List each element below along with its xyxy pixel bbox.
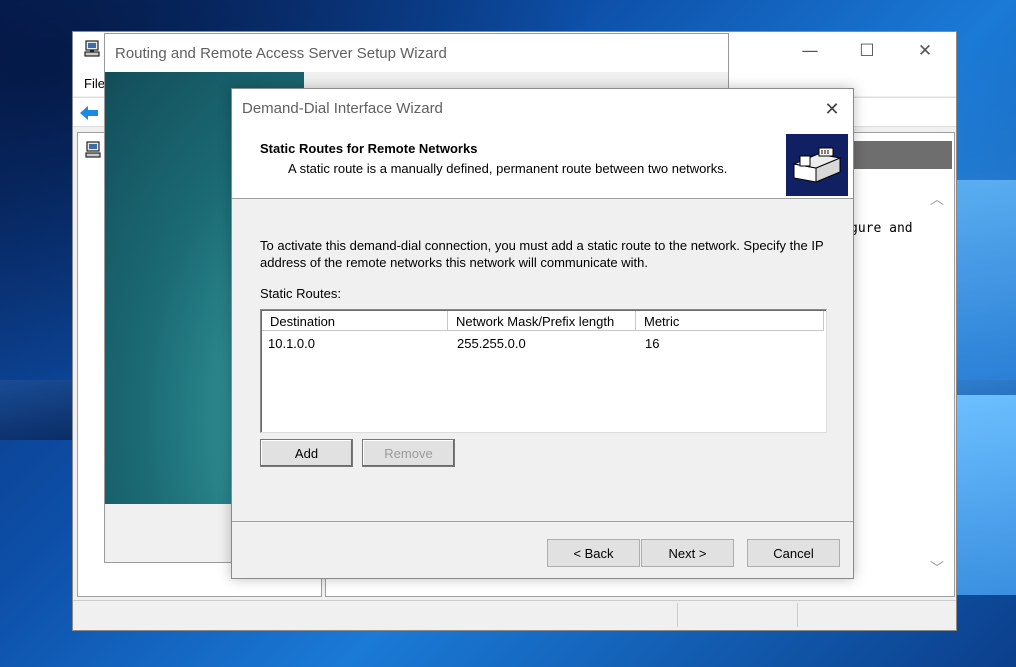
remove-button[interactable]: Remove <box>362 439 455 467</box>
cell-destination: 10.1.0.0 <box>268 336 315 351</box>
add-button[interactable]: Add <box>260 439 353 467</box>
wizard-header: Static Routes for Remote Networks A stat… <box>232 127 853 199</box>
desktop-dark-pane <box>0 380 72 440</box>
mmc-statusbar <box>73 600 956 630</box>
dialog-title: Demand-Dial Interface Wizard <box>242 100 443 117</box>
back-button[interactable]: < Back <box>547 539 640 567</box>
demand-dial-wizard-dialog: Demand-Dial Interface Wizard ✕ Static Ro… <box>231 88 854 579</box>
rras-titlebar[interactable]: Routing and Remote Access Server Setup W… <box>105 34 728 72</box>
computer-icon <box>84 40 100 57</box>
column-header-mask[interactable]: Network Mask/Prefix length <box>448 311 636 331</box>
instructions-text: To activate this demand-dial connection,… <box>260 238 824 270</box>
footer-divider <box>232 521 853 522</box>
column-headers: Destination Network Mask/Prefix length M… <box>262 311 827 331</box>
desktop-light-pane <box>954 180 1016 380</box>
page-subtitle: A static route is a manually defined, pe… <box>288 161 728 176</box>
maximize-icon[interactable]: ☐ <box>844 36 890 66</box>
menu-file[interactable]: File <box>84 76 105 91</box>
static-routes-label: Static Routes: <box>260 286 341 301</box>
minimize-icon[interactable]: — <box>787 36 833 66</box>
details-header-band <box>850 141 952 169</box>
rras-title: Routing and Remote Access Server Setup W… <box>115 45 447 62</box>
server-icon[interactable] <box>84 141 102 159</box>
cancel-button[interactable]: Cancel <box>747 539 840 567</box>
close-icon[interactable]: ✕ <box>902 36 948 66</box>
column-header-metric[interactable]: Metric <box>636 311 824 331</box>
status-divider <box>677 603 678 627</box>
close-icon[interactable]: ✕ <box>812 95 852 123</box>
column-header-destination[interactable]: Destination <box>262 311 448 331</box>
status-divider <box>797 603 798 627</box>
cell-metric: 16 <box>645 336 660 351</box>
details-text: gure and <box>850 221 913 236</box>
desktop-light-pane <box>954 395 1016 595</box>
back-arrow-icon[interactable] <box>79 104 99 122</box>
table-row[interactable]: 10.1.0.0 255.255.0.0 16 <box>262 334 827 352</box>
dialog-titlebar[interactable]: Demand-Dial Interface Wizard ✕ <box>232 89 853 127</box>
cell-mask: 255.255.0.0 <box>457 336 526 351</box>
scroll-up-icon[interactable]: ︿ <box>930 189 944 209</box>
scroll-down-icon[interactable]: ﹀ <box>930 558 944 578</box>
page-title: Static Routes for Remote Networks <box>260 141 478 156</box>
static-routes-list[interactable]: Destination Network Mask/Prefix length M… <box>260 309 827 433</box>
network-cable-icon <box>786 134 848 196</box>
next-button[interactable]: Next > <box>641 539 734 567</box>
